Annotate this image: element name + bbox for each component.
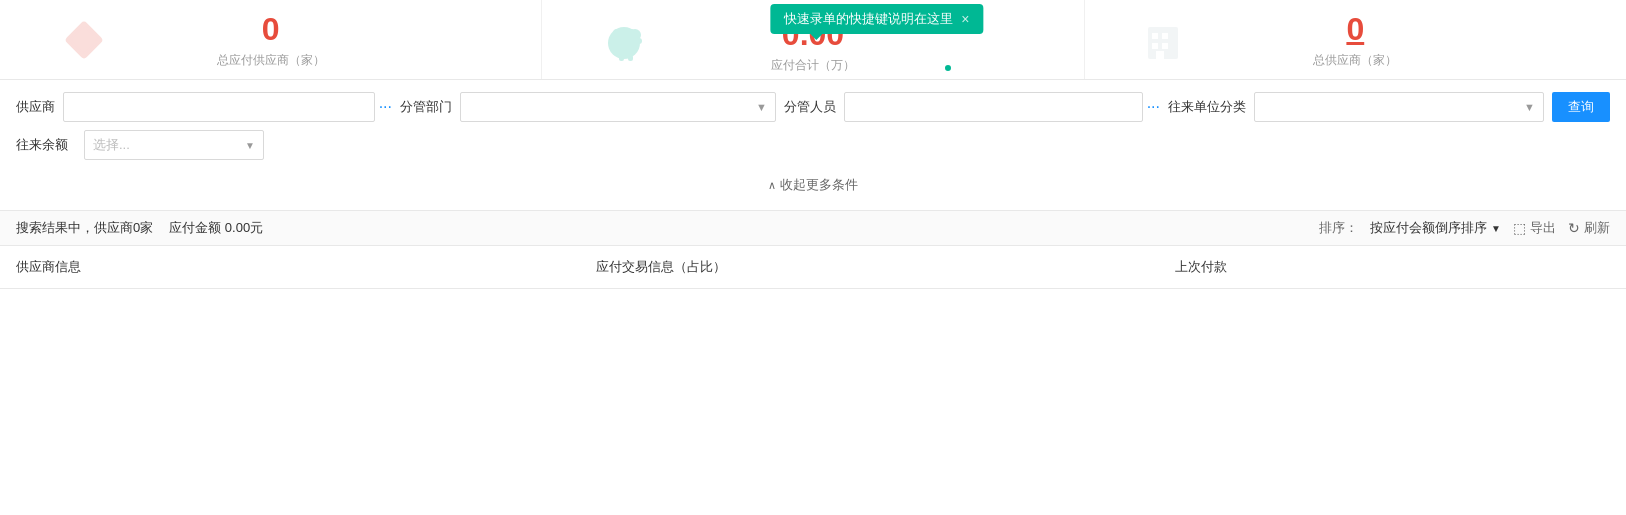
person-label: 分管人员 [784,98,836,116]
supplier-input[interactable] [63,92,375,122]
table-body [0,289,1626,515]
stat-number-total-suppliers: 0 [1346,10,1364,48]
export-label: 导出 [1530,219,1556,237]
stat-payable-total: 快速录单的快捷键说明在这里 × 0.00 应付合计（万） [542,0,1084,79]
table-header: 供应商信息 应付交易信息（占比） 上次付款 [0,246,1626,289]
person-dots-btn[interactable]: ··· [1147,98,1160,116]
dept-label: 分管部门 [400,98,452,116]
sort-select[interactable]: 按应付会额倒序排序 ▼ [1370,219,1501,237]
diamond-icon [60,16,108,64]
refresh-btn[interactable]: ↻ 刷新 [1568,219,1610,237]
stat-label-payable-suppliers: 总应付供应商（家） [217,52,325,69]
filter-supplier: 供应商 ··· [16,92,392,122]
export-btn[interactable]: ⬚ 导出 [1513,219,1556,237]
stat-number-payable-suppliers: 0 [262,10,280,48]
collapse-up-icon: ∧ [768,179,776,192]
collapse-text: 收起更多条件 [780,176,858,194]
sort-label: 排序： [1319,219,1358,237]
balance-placeholder: 选择... [93,136,130,154]
svg-point-4 [613,29,621,37]
col-header-lastpay: 上次付款 [1175,258,1610,276]
tooltip-text: 快速录单的快捷键说明在这里 [784,10,953,28]
collapse-btn[interactable]: ∧ 收起更多条件 [756,172,870,198]
unit-classify-arrow-icon: ▼ [1524,101,1535,113]
sort-value: 按应付会额倒序排序 [1370,219,1487,237]
stats-bar: 0 总应付供应商（家） 快速录单的快捷键说明在这里 × 0.00 应付合计（万） [0,0,1626,80]
dept-select[interactable]: ▼ [460,92,776,122]
export-icon: ⬚ [1513,220,1526,236]
amount-result-text: 应付金额 0.00元 [169,219,263,237]
col-header-transaction: 应付交易信息（占比） [596,258,1176,276]
collapse-row: ∧ 收起更多条件 [16,168,1610,202]
query-button[interactable]: 查询 [1552,92,1610,122]
svg-rect-12 [1152,43,1158,49]
pig-icon [597,13,651,67]
filter-dept: 分管部门 ▼ [400,92,776,122]
svg-rect-10 [1152,33,1158,39]
unit-classify-select[interactable]: ▼ [1254,92,1544,122]
tooltip-connector-dot [943,63,953,73]
col-header-supplier: 供应商信息 [16,258,596,276]
results-right: 排序： 按应付会额倒序排序 ▼ ⬚ 导出 ↻ 刷新 [1319,219,1610,237]
refresh-icon: ↻ [1568,220,1580,236]
supplier-dots-btn[interactable]: ··· [379,98,392,116]
unit-classify-label: 往来单位分类 [1168,98,1246,116]
filter-row-1: 供应商 ··· 分管部门 ▼ 分管人员 ··· 往来单位分类 ▼ [16,92,1610,122]
svg-point-5 [627,29,635,37]
dept-arrow-icon: ▼ [756,101,767,113]
filter-row-2: 往来余额 选择... ▼ [16,130,1610,164]
tooltip-popup: 快速录单的快捷键说明在这里 × [770,4,983,34]
stat-label-payable-total: 应付合计（万） [771,57,855,74]
balance-select[interactable]: 选择... ▼ [84,130,264,160]
svg-rect-7 [628,55,633,61]
stat-label-total-suppliers: 总供应商（家） [1313,52,1397,69]
svg-rect-14 [1156,51,1164,59]
svg-rect-11 [1162,33,1168,39]
building-icon [1140,15,1190,65]
balance-arrow-icon: ▼ [245,140,255,151]
balance-label: 往来余额 [16,136,68,154]
stat-total-payable-suppliers: 0 总应付供应商（家） [0,0,542,79]
person-input[interactable] [844,92,1143,122]
supplier-label: 供应商 [16,98,55,116]
svg-point-8 [636,38,642,44]
filter-person: 分管人员 ··· [784,92,1160,122]
tooltip-close-btn[interactable]: × [961,11,969,27]
filter-unit-classify: 往来单位分类 ▼ [1168,92,1544,122]
stat-total-suppliers: 0 总供应商（家） [1085,0,1626,79]
svg-rect-13 [1162,43,1168,49]
results-bar: 搜索结果中，供应商0家 应付金额 0.00元 排序： 按应付会额倒序排序 ▼ ⬚… [0,211,1626,246]
sort-arrow-icon: ▼ [1491,223,1501,234]
search-result-text: 搜索结果中，供应商0家 [16,219,153,237]
refresh-label: 刷新 [1584,219,1610,237]
filters-area: 供应商 ··· 分管部门 ▼ 分管人员 ··· 往来单位分类 ▼ [0,80,1626,211]
results-left: 搜索结果中，供应商0家 应付金额 0.00元 [16,219,263,237]
svg-rect-6 [619,55,624,61]
